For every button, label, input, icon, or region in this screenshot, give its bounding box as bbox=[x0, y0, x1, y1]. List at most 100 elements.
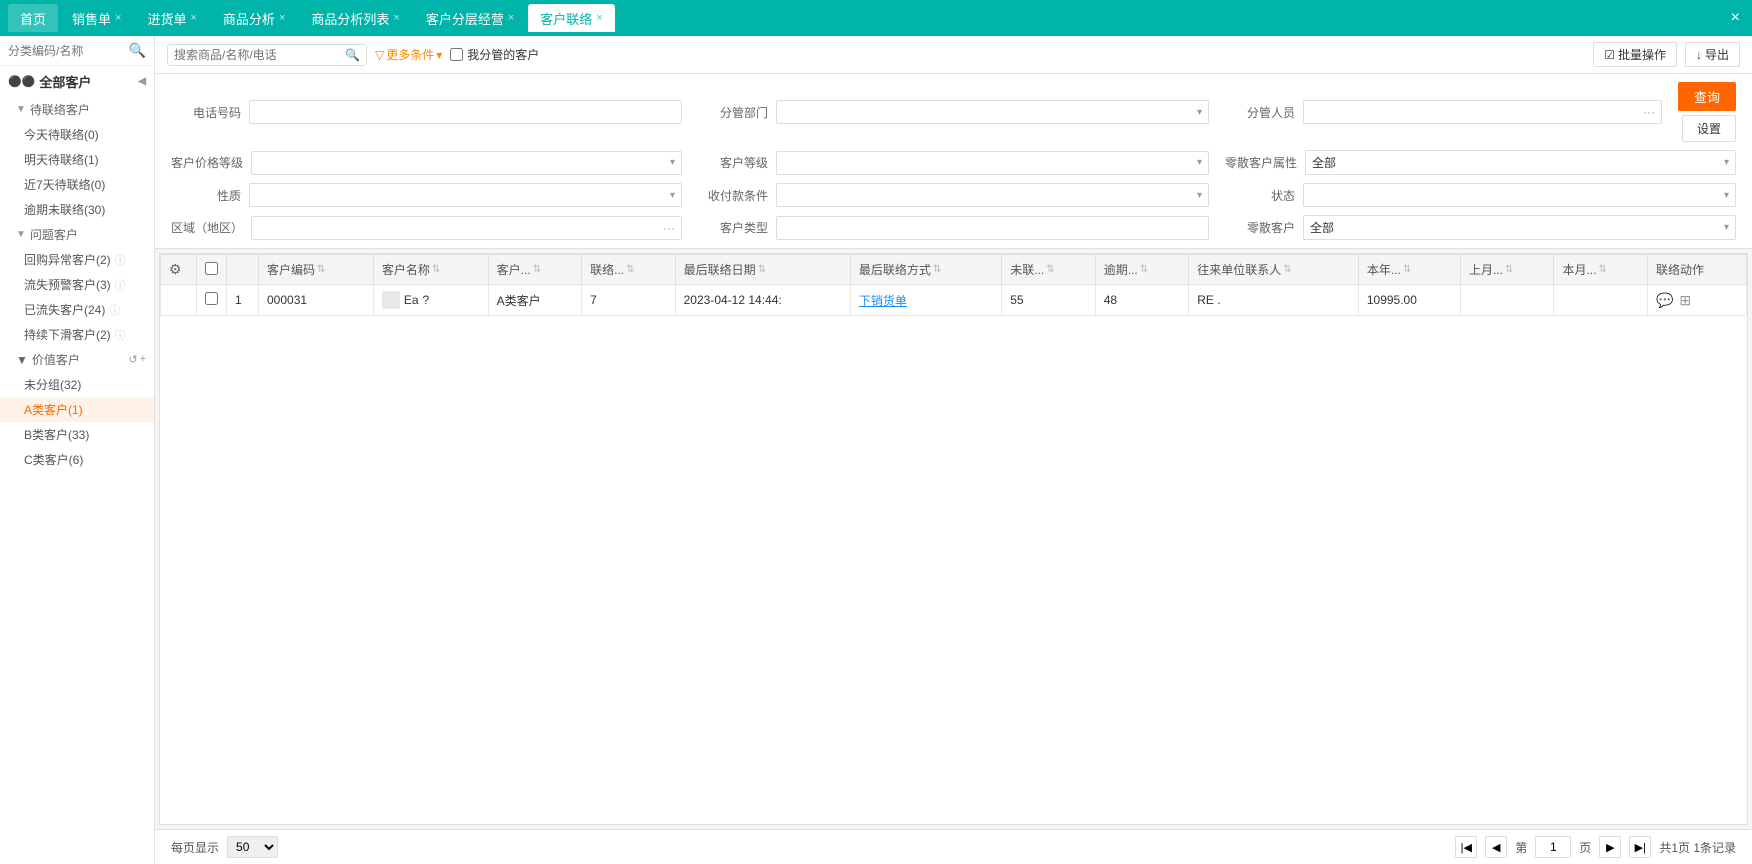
last-page-button[interactable]: ▶| bbox=[1629, 836, 1651, 858]
row-name-extra: ? bbox=[423, 293, 430, 307]
filter-search-icon[interactable]: 🔍 bbox=[345, 48, 360, 62]
filter-input-dept[interactable]: ▾ bbox=[776, 100, 1209, 124]
refresh-icon[interactable]: ↺ bbox=[128, 353, 137, 366]
col-unit-contact-sort[interactable]: 往来单位联系人 ⇅ bbox=[1197, 261, 1291, 278]
col-name-header[interactable]: 客户名称 ⇅ bbox=[373, 255, 488, 285]
sidebar-item-ungrouped[interactable]: 未分组(32) bbox=[0, 372, 154, 397]
sidebar-item-today-contact[interactable]: 今天待联络(0) bbox=[0, 122, 154, 147]
prev-page-button[interactable]: ◀ bbox=[1485, 836, 1507, 858]
col-unit-contact-header[interactable]: 往来单位联系人 ⇅ bbox=[1189, 255, 1359, 285]
col-no-contact-header[interactable]: 未联... ⇅ bbox=[1002, 255, 1096, 285]
filter-input-customer-type[interactable] bbox=[776, 216, 1209, 240]
row-last-contact-method[interactable]: 下销货单 bbox=[859, 294, 907, 308]
sidebar-contact-group[interactable]: ▼ 待联络客户 bbox=[0, 97, 154, 122]
sidebar-item-tomorrow-contact[interactable]: 明天待联络(1) bbox=[0, 147, 154, 172]
select-all-checkbox[interactable] bbox=[205, 262, 218, 275]
sidebar-item-overdue-contact[interactable]: 逾期未联络(30) bbox=[0, 197, 154, 222]
sidebar-item-b-class[interactable]: B类客户(33) bbox=[0, 422, 154, 447]
tab-product-analysis-list-close[interactable]: × bbox=[393, 12, 399, 24]
sidebar-search-icon[interactable]: 🔍 bbox=[129, 42, 146, 59]
col-category-sort[interactable]: 客户... ⇅ bbox=[497, 261, 541, 278]
tab-sales-close[interactable]: × bbox=[115, 12, 121, 24]
add-icon[interactable]: + bbox=[140, 353, 146, 366]
tab-purchase-close[interactable]: × bbox=[190, 12, 196, 24]
col-checkbox-header[interactable] bbox=[197, 255, 227, 285]
col-name-sort[interactable]: 客户名称 ⇅ bbox=[382, 261, 440, 278]
close-all-tabs[interactable]: × bbox=[1727, 5, 1744, 31]
filter-input-retail-customer[interactable]: 全部 ▾ bbox=[1303, 215, 1736, 240]
filter-input-status[interactable]: ▾ bbox=[1303, 183, 1736, 207]
tab-customer-segment[interactable]: 客户分层经营 × bbox=[414, 4, 526, 32]
tab-sales[interactable]: 销售单 × bbox=[60, 4, 133, 32]
tab-customer-contact[interactable]: 客户联络 × bbox=[528, 4, 614, 32]
filter-input-nature[interactable]: ▾ bbox=[249, 183, 682, 207]
row-checkbox-cell[interactable] bbox=[197, 285, 227, 316]
query-button[interactable]: 查询 bbox=[1678, 82, 1736, 111]
filter-input-retail-attr[interactable]: 全部 ▾ bbox=[1305, 150, 1736, 175]
tab-product-analysis-close[interactable]: × bbox=[279, 12, 285, 24]
col-overdue-header[interactable]: 逾期... ⇅ bbox=[1095, 255, 1189, 285]
col-last-contact-method-header[interactable]: 最后联络方式 ⇅ bbox=[850, 255, 1001, 285]
col-last-month-header[interactable]: 上月... ⇅ bbox=[1460, 255, 1554, 285]
sidebar-problem-group[interactable]: ▼ 问题客户 bbox=[0, 222, 154, 247]
col-last-month-sort[interactable]: 上月... ⇅ bbox=[1469, 261, 1513, 278]
col-this-year-sort[interactable]: 本年... ⇅ bbox=[1367, 261, 1411, 278]
filter-input-price-grade[interactable]: ▾ bbox=[251, 151, 682, 175]
sidebar-collapse-icon[interactable]: ◀ bbox=[138, 76, 146, 87]
col-contact-header[interactable]: 联络... ⇅ bbox=[582, 255, 676, 285]
filter-input-customer-grade[interactable]: ▾ bbox=[776, 151, 1209, 175]
col-this-year-header[interactable]: 本年... ⇅ bbox=[1358, 255, 1460, 285]
sidebar-value-group[interactable]: ▼ 价值客户 ↺ + bbox=[0, 347, 154, 372]
col-category-header[interactable]: 客户... ⇅ bbox=[488, 255, 582, 285]
gear-icon[interactable]: ⚙ bbox=[169, 261, 182, 277]
sidebar-item-overdue-contact-label: 逾期未联络(30) bbox=[24, 201, 105, 218]
col-code-sort[interactable]: 客户编码 ⇅ bbox=[267, 261, 325, 278]
sidebar-item-churned[interactable]: 已流失客户(24) ⓘ bbox=[0, 297, 154, 322]
col-code-header[interactable]: 客户编码 ⇅ bbox=[259, 255, 374, 285]
filter-input-retail-customer-value: 全部 bbox=[1310, 219, 1334, 236]
tab-home[interactable]: 首页 bbox=[8, 4, 58, 32]
tab-purchase[interactable]: 进货单 × bbox=[135, 4, 208, 32]
col-this-month-sort[interactable]: 本月... ⇅ bbox=[1562, 261, 1606, 278]
chat-action-icon[interactable]: 💬 bbox=[1656, 292, 1673, 309]
filter-input-region[interactable]: ··· bbox=[251, 216, 682, 240]
export-button[interactable]: ↓ 导出 bbox=[1685, 42, 1740, 67]
sidebar-item-7day-contact[interactable]: 近7天待联络(0) bbox=[0, 172, 154, 197]
col-gear[interactable]: ⚙ bbox=[161, 255, 197, 285]
tab-product-analysis-list[interactable]: 商品分析列表 × bbox=[299, 4, 411, 32]
first-page-button[interactable]: |◀ bbox=[1455, 836, 1477, 858]
filter-input-payment[interactable]: ▾ bbox=[776, 183, 1209, 207]
settings-button[interactable]: 设置 bbox=[1682, 115, 1736, 142]
my-customers-checkbox-container[interactable]: 我分管的客户 bbox=[450, 46, 539, 63]
col-contact-sort[interactable]: 联络... ⇅ bbox=[590, 261, 634, 278]
sidebar-item-abnormal-repurchase[interactable]: 回购异常客户(2) ⓘ bbox=[0, 247, 154, 272]
next-page-button[interactable]: ▶ bbox=[1599, 836, 1621, 858]
filter-input-phone[interactable] bbox=[249, 100, 682, 124]
page-number-input[interactable] bbox=[1535, 836, 1571, 858]
tab-customer-segment-close[interactable]: × bbox=[508, 12, 514, 24]
sidebar-item-declining[interactable]: 持续下滑客户(2) ⓘ bbox=[0, 322, 154, 347]
sidebar-item-a-class[interactable]: A类客户(1) bbox=[0, 397, 154, 422]
col-this-month-header[interactable]: 本月... ⇅ bbox=[1554, 255, 1648, 285]
sidebar-item-churn-warning[interactable]: 流失预警客户(3) ⓘ bbox=[0, 272, 154, 297]
tab-customer-contact-close[interactable]: × bbox=[596, 12, 602, 24]
sort-icon-date: ⇅ bbox=[758, 264, 766, 275]
col-no-contact-sort[interactable]: 未联... ⇅ bbox=[1010, 261, 1054, 278]
col-overdue-sort[interactable]: 逾期... ⇅ bbox=[1104, 261, 1148, 278]
batch-operation-button[interactable]: ☑ 批量操作 bbox=[1593, 42, 1677, 67]
filter-input-person[interactable]: ··· bbox=[1303, 100, 1662, 124]
my-customers-checkbox[interactable] bbox=[450, 48, 463, 61]
col-last-contact-date-sort[interactable]: 最后联络日期 ⇅ bbox=[684, 261, 766, 278]
col-last-contact-method-sort[interactable]: 最后联络方式 ⇅ bbox=[859, 261, 941, 278]
filter-search-input[interactable] bbox=[174, 48, 341, 62]
sidebar-item-c-class[interactable]: C类客户(6) bbox=[0, 447, 154, 472]
sidebar-value-group-icons: ↺ + bbox=[128, 353, 146, 366]
tab-product-analysis[interactable]: 商品分析 × bbox=[211, 4, 297, 32]
row-checkbox[interactable] bbox=[205, 292, 218, 305]
sidebar-all-customers[interactable]: ⚫⚫ 全部客户 ◀ bbox=[0, 66, 154, 97]
qr-action-icon[interactable]: ⊞ bbox=[1679, 292, 1691, 309]
filter-more-conditions[interactable]: ▽ 更多条件 ▾ bbox=[375, 46, 442, 63]
col-last-contact-date-header[interactable]: 最后联络日期 ⇅ bbox=[675, 255, 850, 285]
sidebar-search-input[interactable] bbox=[8, 44, 125, 58]
per-page-select[interactable]: 50 100 200 bbox=[227, 836, 278, 858]
